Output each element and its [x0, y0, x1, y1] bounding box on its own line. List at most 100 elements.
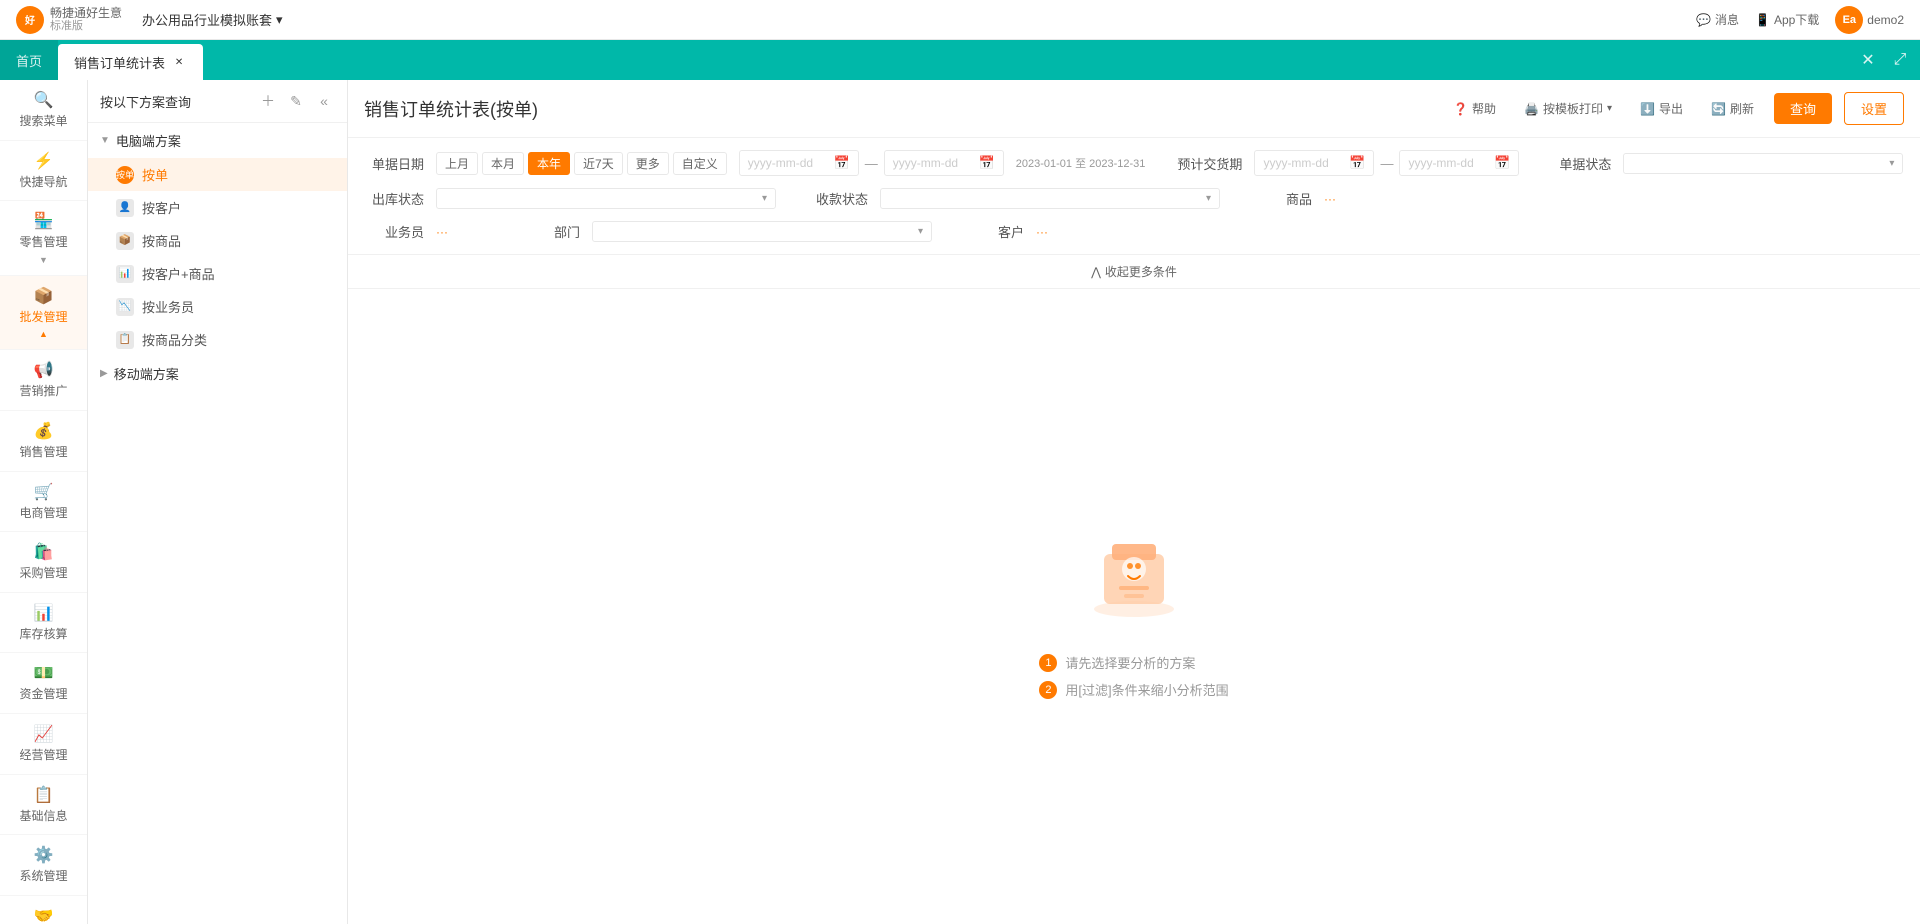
print-icon: 🖨️	[1524, 102, 1539, 116]
sidebar-item-ecommerce[interactable]: 🛒 电商管理	[0, 472, 87, 533]
sidebar-item-basic[interactable]: 📋 基础信息	[0, 775, 87, 836]
calendar-from-icon: 📅	[834, 155, 850, 171]
sidebar-item-marketing[interactable]: 📢 营销推广	[0, 350, 87, 411]
top-bar-left: 好 畅捷通好生意 标准版	[16, 6, 122, 34]
header-actions: ❓ 帮助 🖨️ 按模板打印 ▾ ⬇️ 导出 �	[1445, 92, 1904, 125]
status-select[interactable]: ▾	[1623, 153, 1903, 174]
scheme-by-salesperson[interactable]: 📉 按业务员	[88, 290, 347, 323]
quicknav-icon: ⚡	[34, 151, 54, 171]
date-to-input[interactable]: yyyy-mm-dd 📅	[884, 150, 1004, 176]
sidebar-item-finance[interactable]: 💵 资金管理	[0, 653, 87, 714]
filter-row-date: 单据日期 上月 本月 本年 近7天 更多 自定义 yyyy-mm-dd	[364, 150, 1904, 176]
sidebar-item-search[interactable]: 🔍 搜索菜单	[0, 80, 87, 141]
date-btn-7days[interactable]: 近7天	[574, 152, 623, 175]
date-btn-this-month[interactable]: 本月	[482, 152, 524, 175]
tab-close-window-button[interactable]: ✕	[1856, 48, 1880, 72]
product-label: 商品	[1252, 189, 1312, 208]
scheme-by-customer[interactable]: 👤 按客户	[88, 191, 347, 224]
salesperson-label: 业务员	[364, 222, 424, 241]
home-tab-label: 首页	[16, 51, 42, 70]
left-panel: 按以下方案查询 ＋ ✎ « ▼ 电脑端方案 按单 按单 👤 按客户	[88, 80, 348, 924]
purchase-icon: 🛍️	[34, 542, 54, 562]
calendar-to-icon: 📅	[979, 155, 995, 171]
logo-text: 畅捷通好生意 标准版	[50, 6, 122, 34]
date-btn-more[interactable]: 更多	[627, 152, 669, 175]
template-print-button[interactable]: 🖨️ 按模板打印 ▾	[1516, 96, 1620, 121]
expected-to-input[interactable]: yyyy-mm-dd 📅	[1399, 150, 1519, 176]
page-header: 销售订单统计表(按单) ❓ 帮助 🖨️ 按模板打印 ▾ ⬇️	[348, 80, 1920, 138]
print-dropdown-arrow-icon: ▾	[1607, 103, 1612, 114]
customer-more-button[interactable]: ···	[1036, 225, 1048, 239]
pay-status-select[interactable]: ▾	[880, 188, 1220, 209]
export-button[interactable]: ⬇️ 导出	[1632, 96, 1691, 121]
pay-chevron-icon: ▾	[1206, 193, 1211, 204]
pc-section-arrow-icon: ▼	[100, 135, 110, 146]
scheme-by-order[interactable]: 按单 按单	[88, 158, 347, 191]
tab-close-icon[interactable]: ✕	[171, 54, 187, 70]
date-btn-custom[interactable]: 自定义	[673, 152, 727, 175]
sidebar-item-purchase[interactable]: 🛍️ 采购管理	[0, 532, 87, 593]
refresh-button[interactable]: 🔄 刷新	[1703, 96, 1762, 121]
edit-scheme-button[interactable]: ✎	[285, 90, 307, 112]
status-label: 单据状态	[1551, 154, 1611, 173]
sidebar-item-inventory[interactable]: 📊 库存核算	[0, 593, 87, 654]
top-bar: 好 畅捷通好生意 标准版 办公用品行业模拟账套 ▾ 💬 消息 📱 App下载 E…	[0, 0, 1920, 40]
business-icon: 📈	[34, 724, 54, 744]
chevron-down-icon: ▾	[276, 12, 283, 28]
tip-num-1: 1	[1039, 654, 1057, 672]
left-panel-title: 按以下方案查询	[100, 92, 251, 111]
collapse-panel-button[interactable]: «	[313, 90, 335, 112]
scheme-by-category[interactable]: 📋 按商品分类	[88, 323, 347, 356]
sidebar-item-wholesale[interactable]: 📦 批发管理 ▲	[0, 276, 87, 351]
tab-bar: 首页 销售订单统计表 ✕ ✕ ⤢	[0, 40, 1920, 80]
query-button[interactable]: 查询	[1774, 93, 1832, 124]
empty-tip-1: 1 请先选择要分析的方案	[1039, 653, 1228, 672]
tab-sales-report[interactable]: 销售订单统计表 ✕	[58, 44, 203, 80]
product-more-button[interactable]: ···	[1324, 192, 1336, 206]
scheme-by-product[interactable]: 📦 按商品	[88, 224, 347, 257]
date-btn-last-month[interactable]: 上月	[436, 152, 478, 175]
collapse-bar[interactable]: ⋀ 收起更多条件	[348, 255, 1920, 289]
message-button[interactable]: 💬 消息	[1696, 11, 1739, 28]
date-btn-this-year[interactable]: 本年	[528, 152, 570, 175]
sidebar-item-sales[interactable]: 💰 销售管理	[0, 411, 87, 472]
sidebar-item-business[interactable]: 📈 经营管理	[0, 714, 87, 775]
date-label: 单据日期	[364, 154, 424, 173]
refresh-icon: 🔄	[1711, 102, 1726, 116]
enterprise-icon: 🤝	[34, 906, 54, 924]
ship-status-select[interactable]: ▾	[436, 188, 776, 209]
pc-section-header[interactable]: ▼ 电脑端方案	[88, 123, 347, 158]
app-download-button[interactable]: 📱 App下载	[1755, 11, 1819, 28]
filter-area: 单据日期 上月 本月 本年 近7天 更多 自定义 yyyy-mm-dd	[348, 138, 1920, 255]
user-area[interactable]: Ea demo2	[1835, 6, 1904, 34]
salesperson-more-button[interactable]: ···	[436, 225, 448, 239]
wholesale-arrow-icon: ▲	[39, 329, 48, 339]
sidebar-item-retail[interactable]: 🏪 零售管理 ▼	[0, 201, 87, 276]
settings-button[interactable]: 设置	[1844, 92, 1904, 125]
message-icon: 💬	[1696, 13, 1711, 27]
main-layout: 🔍 搜索菜单 ⚡ 快捷导航 🏪 零售管理 ▼ 📦 批发管理 ▲ 📢 营销推广 💰…	[0, 80, 1920, 924]
expected-from-input[interactable]: yyyy-mm-dd 📅	[1254, 150, 1374, 176]
logo-area: 好 畅捷通好生意 标准版	[16, 6, 122, 34]
finance-icon: 💵	[34, 663, 54, 683]
page-title: 销售订单统计表(按单)	[364, 96, 538, 122]
download-icon: 📱	[1755, 13, 1770, 27]
add-scheme-button[interactable]: ＋	[257, 90, 279, 112]
page-area: 按以下方案查询 ＋ ✎ « ▼ 电脑端方案 按单 按单 👤 按客户	[88, 80, 1920, 924]
empty-state: 1 请先选择要分析的方案 2 用[过滤]条件来缩小分析范围	[348, 289, 1920, 924]
tab-home[interactable]: 首页	[0, 40, 58, 80]
empty-tips: 1 请先选择要分析的方案 2 用[过滤]条件来缩小分析范围	[1039, 653, 1228, 699]
sidebar-item-quicknav[interactable]: ⚡ 快捷导航	[0, 141, 87, 202]
ecommerce-icon: 🛒	[34, 482, 54, 502]
date-from-input[interactable]: yyyy-mm-dd 📅	[739, 150, 859, 176]
wholesale-icon: 📦	[34, 286, 54, 306]
department-select[interactable]: ▾	[592, 221, 932, 242]
help-button[interactable]: ❓ 帮助	[1445, 96, 1504, 121]
sidebar-item-enterprise[interactable]: 🤝 企业协同	[0, 896, 87, 924]
sidebar-item-system[interactable]: ⚙️ 系统管理	[0, 835, 87, 896]
scheme-by-customer-product[interactable]: 📊 按客户+商品	[88, 257, 347, 290]
tab-maximize-button[interactable]: ⤢	[1888, 48, 1912, 72]
expected-date-dash: —	[1380, 156, 1393, 171]
workspace-select[interactable]: 办公用品行业模拟账套 ▾	[142, 10, 283, 29]
mobile-section-header[interactable]: ▶ 移动端方案	[88, 356, 347, 391]
